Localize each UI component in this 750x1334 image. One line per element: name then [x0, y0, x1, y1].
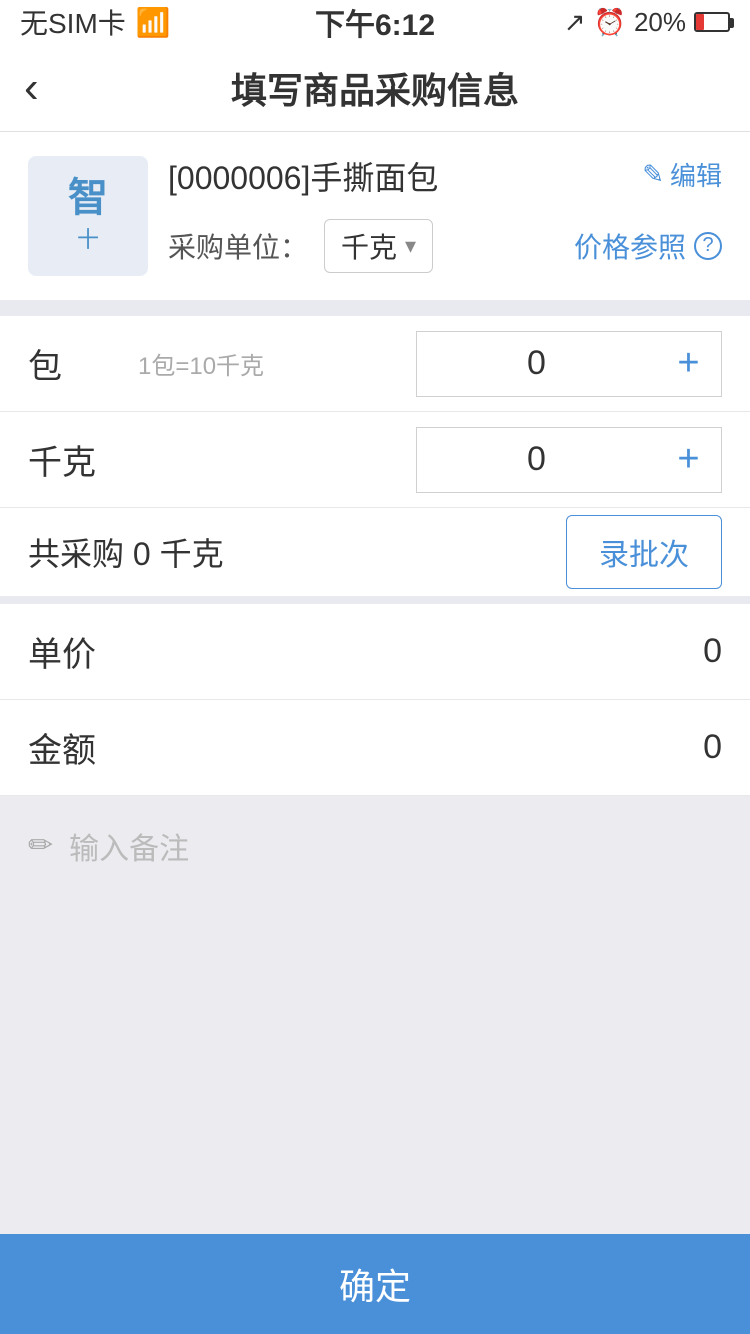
bao-quantity-input[interactable] [416, 331, 656, 397]
amount-label: 金额 [28, 723, 96, 772]
carrier-label: 无SIM卡 [20, 2, 126, 42]
product-name: [0000006]手撕面包 [168, 156, 438, 201]
remark-placeholder: 输入备注 [69, 824, 189, 868]
info-icon: ? [694, 232, 722, 260]
kg-input-row: 千克 + [0, 412, 750, 508]
price-info-section: 单价 0 金额 0 [0, 604, 750, 796]
total-text: 共采购 0 千克 [28, 529, 224, 575]
total-row: 共采购 0 千克 录批次 [0, 508, 750, 604]
nav-bar: ‹ 填写商品采购信息 [0, 44, 750, 132]
empty-area [0, 916, 750, 1234]
bao-plus-button[interactable]: + [656, 331, 722, 397]
kg-quantity-control: + [416, 427, 722, 493]
edit-icon: ✎ [642, 159, 664, 190]
remark-section[interactable]: ✏ 输入备注 [0, 796, 750, 916]
wifi-icon: 📶 [136, 6, 171, 39]
input-section: 包 1包=10千克 + 千克 + [0, 316, 750, 508]
unit-dropdown[interactable]: 千克 ▾ [324, 219, 433, 273]
alarm-icon: ⏰ [594, 7, 626, 38]
amount-row: 金额 0 [0, 700, 750, 796]
pencil-icon: ✏ [28, 828, 53, 863]
bao-quantity-control: + [416, 331, 722, 397]
price-ref-label: 价格参照 [574, 226, 686, 266]
status-time: 下午6:12 [315, 0, 435, 44]
product-header: [0000006]手撕面包 ✎ 编辑 [168, 156, 722, 201]
status-bar: 无SIM卡 📶 下午6:12 ↗ ⏰ 20% [0, 0, 750, 44]
kg-quantity-input[interactable] [416, 427, 656, 493]
section-divider-1 [0, 308, 750, 316]
location-icon: ↗ [564, 7, 586, 38]
product-unit-row: 采购单位： 千克 ▾ 价格参照 ? [168, 219, 722, 273]
page-title: 填写商品采购信息 [231, 62, 519, 114]
battery-label: 20% [634, 7, 686, 38]
thumb-logo-bottom: 十 [77, 222, 99, 254]
back-button[interactable]: ‹ [24, 66, 39, 110]
status-left: 无SIM卡 📶 [20, 2, 171, 42]
bao-input-row: 包 1包=10千克 + [0, 316, 750, 412]
unit-selector[interactable]: 采购单位： 千克 ▾ [168, 219, 433, 273]
amount-value: 0 [703, 728, 722, 767]
status-right: ↗ ⏰ 20% [564, 7, 730, 38]
unit-price-row: 单价 0 [0, 604, 750, 700]
record-batch-button[interactable]: 录批次 [566, 515, 722, 589]
product-thumbnail: 智 十 [28, 156, 148, 276]
product-card: 智 十 [0000006]手撕面包 ✎ 编辑 采购单位： 千克 ▾ [0, 132, 750, 308]
bao-sublabel: 1包=10千克 [138, 346, 264, 381]
confirm-button[interactable]: 确定 [0, 1234, 750, 1334]
thumb-logo-top: 智 [68, 178, 108, 218]
dropdown-arrow-icon: ▾ [405, 233, 416, 259]
unit-price-label: 单价 [28, 627, 96, 676]
kg-plus-button[interactable]: + [656, 427, 722, 493]
kg-label: 千克 [28, 435, 128, 484]
product-info: [0000006]手撕面包 ✎ 编辑 采购单位： 千克 ▾ 价格参照 ? [168, 156, 722, 273]
unit-label: 采购单位： [168, 226, 308, 266]
unit-price-value: 0 [703, 632, 722, 671]
bao-label: 包 [28, 339, 128, 388]
price-ref-button[interactable]: 价格参照 ? [574, 226, 722, 266]
product-edit-button[interactable]: ✎ 编辑 [642, 156, 722, 193]
battery-icon [694, 12, 730, 32]
unit-value: 千克 [341, 226, 397, 266]
